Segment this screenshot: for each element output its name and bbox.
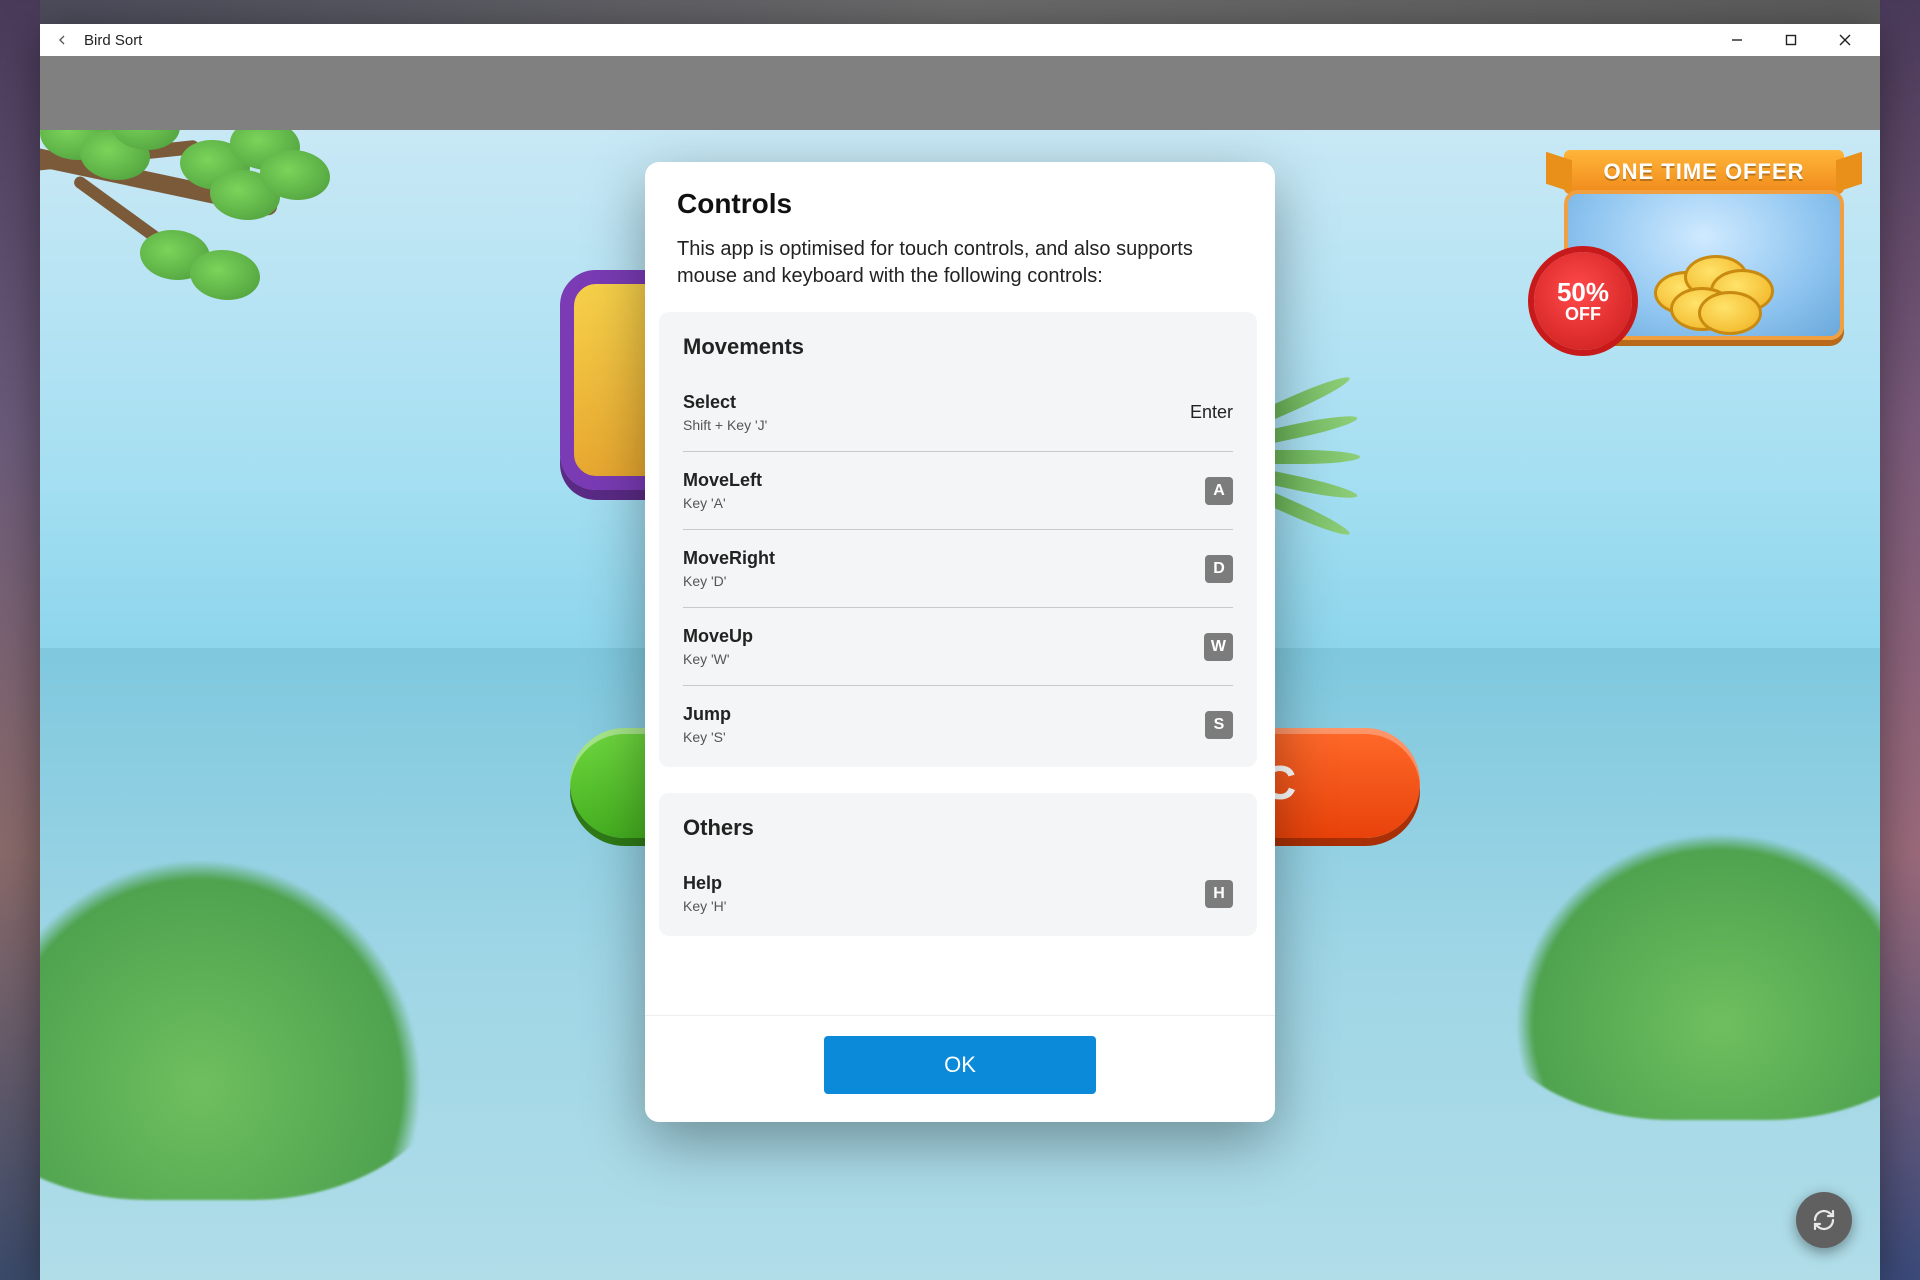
toolbar-placeholder [40,56,1880,130]
control-row: Select Shift + Key 'J' Enter [683,374,1233,452]
discount-pct: 50% [1557,279,1609,305]
desktop-background-left [0,0,40,1280]
ok-button[interactable]: OK [824,1036,1096,1094]
close-button[interactable] [1818,24,1872,56]
control-key: A [1205,477,1233,505]
offer-plate: 50% OFF [1564,190,1844,340]
control-name: Jump [683,704,731,725]
maximize-icon [1784,33,1798,47]
title-bar: Bird Sort [40,24,1880,56]
section-title: Others [683,815,1233,841]
control-hint: Shift + Key 'J' [683,417,767,433]
control-hint: Key 'H' [683,898,726,914]
control-name: MoveUp [683,626,753,647]
control-row: Help Key 'H' H [683,855,1233,926]
discount-badge: 50% OFF [1534,252,1632,350]
dialog-title: Controls [677,188,1243,220]
offer-ribbon-text: ONE TIME OFFER [1604,159,1805,185]
tree-branch-graphic [40,130,420,370]
control-row-left: Select Shift + Key 'J' [683,392,767,433]
control-key: D [1205,555,1233,583]
control-row: MoveLeft Key 'A' A [683,452,1233,530]
control-key: H [1205,880,1233,908]
control-hint: Key 'S' [683,729,731,745]
control-row: Jump Key 'S' S [683,686,1233,757]
control-key: Enter [1190,402,1233,423]
control-row-left: MoveLeft Key 'A' [683,470,762,511]
maximize-button[interactable] [1764,24,1818,56]
control-name: Select [683,392,767,413]
control-name: MoveRight [683,548,775,569]
app-window: Bird Sort [40,24,1880,1280]
control-row-left: MoveRight Key 'D' [683,548,775,589]
back-button[interactable] [48,26,76,54]
control-hint: Key 'A' [683,495,762,511]
control-key: S [1205,711,1233,739]
control-hint: Key 'W' [683,651,753,667]
window-controls [1710,24,1872,56]
app-title: Bird Sort [84,32,142,49]
minimize-icon [1730,33,1744,47]
control-name: MoveLeft [683,470,762,491]
arrow-left-icon [54,32,70,48]
control-name: Help [683,873,726,894]
dialog-scroll-area[interactable]: Movements Select Shift + Key 'J' Enter MoveL… [659,312,1261,1015]
dialog-footer: OK [645,1015,1275,1122]
desktop-background-top [0,0,1920,24]
control-row-left: Help Key 'H' [683,873,726,914]
controls-dialog: Controls This app is optimised for touch… [645,162,1275,1122]
refresh-fab[interactable] [1796,1192,1852,1248]
control-row-left: Jump Key 'S' [683,704,731,745]
close-icon [1838,33,1852,47]
desktop-background-right [1880,0,1920,1280]
control-row: MoveRight Key 'D' D [683,530,1233,608]
offer-panel[interactable]: ONE TIME OFFER 50% OFF [1564,150,1844,340]
controls-section: Movements Select Shift + Key 'J' Enter MoveL… [659,312,1257,767]
dialog-header: Controls This app is optimised for touch… [645,162,1275,298]
game-viewport: C C ONE TIME OFFER 50% OFF [40,130,1880,1280]
offer-ribbon: ONE TIME OFFER [1564,150,1844,194]
discount-label: OFF [1565,305,1601,323]
control-key: W [1204,633,1233,661]
control-hint: Key 'D' [683,573,775,589]
dialog-subtitle: This app is optimised for touch controls… [677,236,1243,290]
controls-section: Others Help Key 'H' H [659,793,1257,936]
refresh-icon [1812,1208,1836,1232]
section-title: Movements [683,334,1233,360]
minimize-button[interactable] [1710,24,1764,56]
control-row: MoveUp Key 'W' W [683,608,1233,686]
control-row-left: MoveUp Key 'W' [683,626,753,667]
